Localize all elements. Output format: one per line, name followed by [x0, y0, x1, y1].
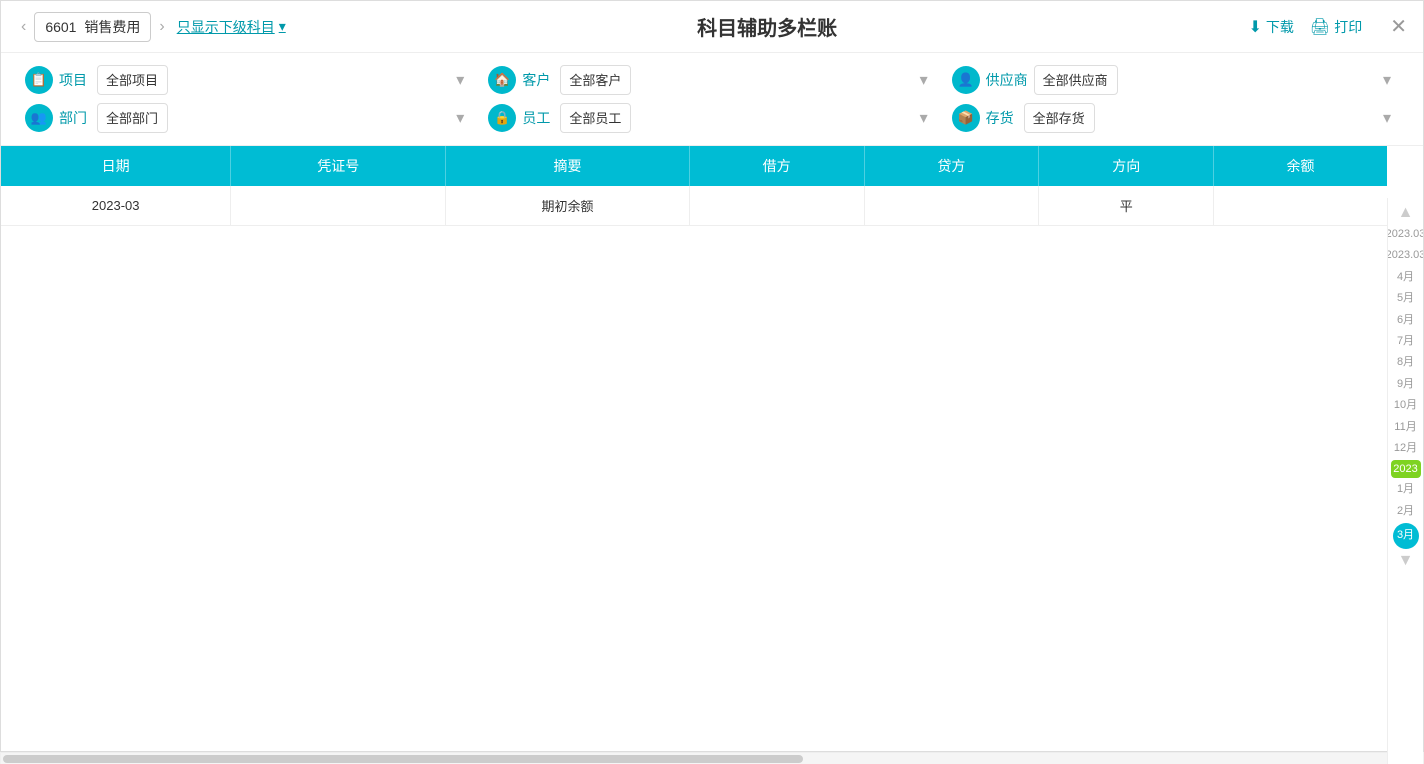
sidebar-month-item[interactable]: 1月	[1387, 479, 1423, 500]
filter-bar: 📋 项目 全部项目 🏠 客户 全部客户 👤 供应商 全部供应商	[1, 53, 1423, 146]
close-btn[interactable]: ✕	[1390, 14, 1407, 39]
sidebar-month-item[interactable]: 12月	[1387, 438, 1423, 459]
inventory-label: 存货	[986, 108, 1018, 128]
sidebar-up-btn[interactable]: ▲	[1388, 202, 1423, 224]
cell-debit	[689, 186, 864, 226]
table-container: 日期 凭证号 摘要 借方 贷方 方向 余额 2023-03 期初余额 平	[1, 146, 1387, 226]
sidebar-month-item[interactable]: 8月	[1387, 352, 1423, 373]
main-window: ‹ 6601 销售费用 › 只显示下级科目 ▾ 科目辅助多栏账 ⬇ 下载 🖨 打…	[0, 0, 1424, 752]
sidebar-month-item[interactable]: 2023.03	[1387, 245, 1423, 266]
col-voucher: 凭证号	[231, 146, 446, 186]
dept-label: 部门	[59, 108, 91, 128]
filter-customer: 🏠 客户 全部客户	[480, 61, 943, 99]
table-row: 2023-03 期初余额 平	[1, 186, 1387, 226]
sidebar-month-item[interactable]: 11月	[1387, 417, 1423, 438]
dept-icon: 👥	[25, 104, 53, 132]
page-title: 科目辅助多栏账	[286, 12, 1249, 41]
supplier-select[interactable]: 全部供应商	[1034, 65, 1118, 95]
employee-icon: 🔒	[488, 104, 516, 132]
scrollbar-thumb[interactable]	[3, 755, 803, 763]
filter-supplier: 👤 供应商 全部供应商	[944, 61, 1407, 99]
sidebar-month-item[interactable]: 10月	[1387, 395, 1423, 416]
download-label: 下载	[1266, 17, 1294, 37]
sidebar-month-item[interactable]: 2023	[1391, 460, 1421, 478]
col-summary: 摘要	[446, 146, 690, 186]
project-select[interactable]: 全部项目	[97, 65, 168, 95]
account-code: 6601	[45, 19, 76, 35]
sidebar-month-item[interactable]: 7月	[1387, 331, 1423, 352]
col-debit: 借方	[689, 146, 864, 186]
sidebar-months: 2023.032023.034月5月6月7月8月9月10月11月12月20231…	[1387, 224, 1423, 550]
filter-project: 📋 项目 全部项目	[17, 61, 480, 99]
cell-voucher	[231, 186, 446, 226]
supplier-icon: 👤	[952, 66, 980, 94]
print-icon: 🖨	[1310, 17, 1330, 37]
sidebar-month-item[interactable]: 4月	[1387, 267, 1423, 288]
project-icon: 📋	[25, 66, 53, 94]
col-credit: 贷方	[864, 146, 1039, 186]
cell-date: 2023-03	[1, 186, 231, 226]
sidebar-month-item[interactable]: 6月	[1387, 310, 1423, 331]
print-label: 打印	[1334, 17, 1362, 37]
right-sidebar: ▲ 2023.032023.034月5月6月7月8月9月10月11月12月202…	[1387, 198, 1423, 764]
employee-label: 员工	[522, 108, 554, 128]
cell-balance	[1214, 186, 1387, 226]
customer-select[interactable]: 全部客户	[560, 65, 631, 95]
content-area: 日期 凭证号 摘要 借方 贷方 方向 余额 2023-03 期初余额 平	[1, 146, 1423, 764]
chevron-down-icon: ▾	[279, 18, 286, 35]
filter-inventory: 📦 存货 全部存货	[944, 99, 1407, 137]
sidebar-month-item[interactable]: 9月	[1387, 374, 1423, 395]
show-sub-toggle[interactable]: 只显示下级科目 ▾	[177, 17, 286, 37]
top-bar: ‹ 6601 销售费用 › 只显示下级科目 ▾ 科目辅助多栏账 ⬇ 下载 🖨 打…	[1, 1, 1423, 53]
col-balance: 余额	[1214, 146, 1387, 186]
col-direction: 方向	[1039, 146, 1214, 186]
download-btn[interactable]: ⬇ 下载	[1249, 17, 1294, 37]
col-date: 日期	[1, 146, 231, 186]
print-btn[interactable]: 🖨 打印	[1310, 17, 1362, 37]
dept-select[interactable]: 全部部门	[97, 103, 168, 133]
customer-icon: 🏠	[488, 66, 516, 94]
employee-select[interactable]: 全部员工	[560, 103, 631, 133]
sidebar-month-item[interactable]: 2023.03	[1387, 224, 1423, 245]
cell-credit	[864, 186, 1039, 226]
account-name: 销售费用	[84, 19, 140, 35]
sidebar-month-item[interactable]: 5月	[1387, 288, 1423, 309]
sidebar-month-item[interactable]: 3月	[1393, 523, 1419, 549]
inventory-select[interactable]: 全部存货	[1024, 103, 1095, 133]
next-account-btn[interactable]: ›	[155, 16, 168, 38]
sidebar-down-btn[interactable]: ▼	[1388, 550, 1423, 572]
top-actions: ⬇ 下载 🖨 打印 ✕	[1249, 14, 1407, 39]
filter-employee: 🔒 员工 全部员工	[480, 99, 943, 137]
account-label: 6601 销售费用	[34, 12, 151, 42]
prev-account-btn[interactable]: ‹	[17, 16, 30, 38]
show-sub-label: 只显示下级科目	[177, 17, 275, 37]
inventory-icon: 📦	[952, 104, 980, 132]
project-label: 项目	[59, 70, 91, 90]
sidebar-month-item[interactable]: 2月	[1387, 501, 1423, 522]
cell-summary: 期初余额	[446, 186, 690, 226]
customer-label: 客户	[522, 70, 554, 90]
scrollbar-area[interactable]	[1, 752, 1387, 764]
cell-direction: 平	[1039, 186, 1214, 226]
table-header-row: 日期 凭证号 摘要 借方 贷方 方向 余额	[1, 146, 1387, 186]
supplier-label: 供应商	[986, 70, 1028, 90]
data-table: 日期 凭证号 摘要 借方 贷方 方向 余额 2023-03 期初余额 平	[1, 146, 1387, 226]
filter-dept: 👥 部门 全部部门	[17, 99, 480, 137]
download-icon: ⬇	[1249, 17, 1262, 37]
